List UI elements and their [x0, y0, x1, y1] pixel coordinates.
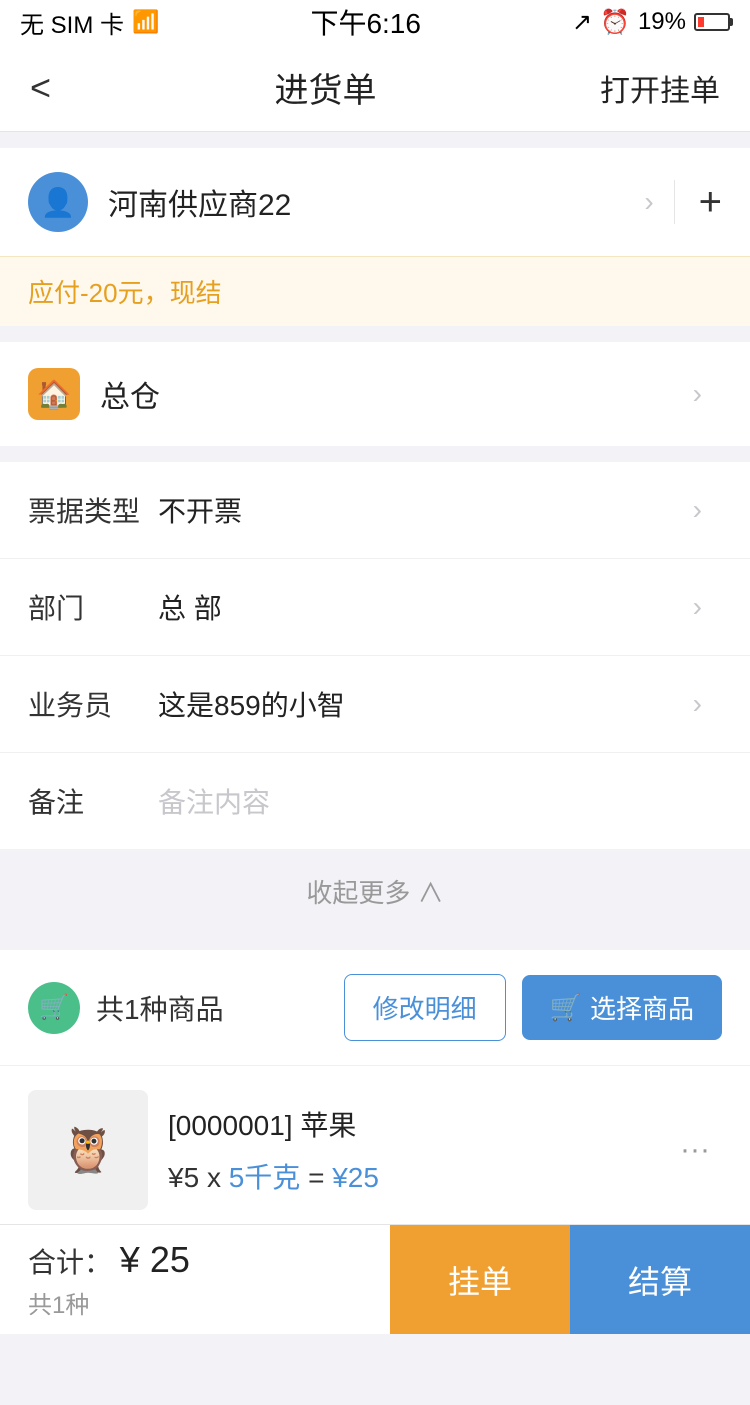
status-time: 下午6:16: [310, 2, 421, 42]
wifi-icon: 📶: [132, 9, 159, 35]
page-title: 进货单: [275, 63, 377, 112]
supplier-avatar: 👤: [28, 172, 88, 232]
hang-button[interactable]: 挂单: [390, 1225, 570, 1334]
gap-3: [0, 446, 750, 462]
settle-button[interactable]: 结算: [570, 1225, 750, 1334]
warehouse-name: 总仓: [100, 372, 693, 416]
supplier-name: 河南供应商22: [108, 180, 644, 224]
warehouse-section: 🏠 总仓 ›: [0, 342, 750, 446]
staff-label: 业务员: [28, 684, 158, 724]
invoice-row[interactable]: 票据类型 不开票 ›: [0, 462, 750, 559]
staff-row[interactable]: 业务员 这是859的小智 ›: [0, 656, 750, 753]
remark-input[interactable]: 备注内容: [158, 781, 722, 821]
product-title-text: 苹果: [300, 1110, 356, 1141]
location-icon: ↗: [572, 8, 592, 37]
select-goods-icon: 🛒: [550, 992, 582, 1023]
status-right: ↗ ⏰ 19%: [572, 8, 730, 37]
staff-chevron-icon: ›: [693, 688, 702, 720]
warehouse-chevron-icon: ›: [693, 378, 702, 410]
goods-header: 🛒 共1种商品 修改明细 🛒 选择商品: [0, 950, 750, 1066]
footer: 合计： ¥ 25 共1种 挂单 结算: [0, 1224, 750, 1334]
battery-icon: [694, 13, 730, 31]
edit-detail-button[interactable]: 修改明细: [344, 974, 506, 1041]
alarm-icon: ⏰: [600, 8, 630, 37]
dept-row[interactable]: 部门 总 部 ›: [0, 559, 750, 656]
total-amount: ¥ 25: [120, 1239, 190, 1280]
product-equals: =: [308, 1162, 332, 1193]
goods-icon: 🛒: [28, 982, 80, 1034]
nav-bar: < 进货单 打开挂单: [0, 44, 750, 132]
invoice-chevron-icon: ›: [693, 494, 702, 526]
status-left: 无 SIM 卡 📶: [20, 5, 159, 40]
invoice-value: 不开票: [158, 490, 693, 530]
total-row: 合计： ¥ 25: [28, 1239, 362, 1281]
gap-2: [0, 326, 750, 342]
product-name: [0000001] 苹果: [168, 1104, 668, 1144]
staff-value: 这是859的小智: [158, 684, 693, 724]
supplier-hint: 应付-20元，现结: [0, 256, 750, 326]
collapse-label: 收起更多 ∧: [306, 873, 443, 910]
product-quantity: 5千克: [229, 1162, 301, 1193]
total-sub: 共1种: [28, 1285, 362, 1320]
supplier-divider: [674, 180, 675, 224]
carrier-text: 无 SIM 卡: [20, 5, 124, 40]
remark-row[interactable]: 备注 备注内容: [0, 753, 750, 849]
product-more-button[interactable]: ···: [668, 1125, 722, 1175]
cart-icon: 🛒: [39, 993, 69, 1022]
product-image: 🦉: [28, 1090, 148, 1210]
status-bar: 无 SIM 卡 📶 下午6:16 ↗ ⏰ 19%: [0, 0, 750, 44]
battery-text: 19%: [638, 8, 686, 36]
product-unit-price: ¥5: [168, 1162, 199, 1193]
product-row: 🦉 [0000001] 苹果 ¥5 x 5千克 = ¥25 ···: [0, 1066, 750, 1235]
warehouse-row[interactable]: 🏠 总仓 ›: [0, 342, 750, 446]
remark-label: 备注: [28, 781, 158, 821]
collapse-row[interactable]: 收起更多 ∧: [0, 849, 750, 934]
dept-label: 部门: [28, 587, 158, 627]
form-section: 票据类型 不开票 › 部门 总 部 › 业务员 这是859的小智 › 备注 备注…: [0, 462, 750, 849]
select-goods-label: 选择商品: [590, 989, 694, 1026]
product-code: [0000001]: [168, 1110, 293, 1141]
select-goods-button[interactable]: 🛒 选择商品: [522, 975, 722, 1040]
invoice-label: 票据类型: [28, 490, 158, 530]
dept-value: 总 部: [158, 587, 693, 627]
gap-4: [0, 934, 750, 950]
goods-count: 共1种商品: [96, 988, 344, 1028]
dept-chevron-icon: ›: [693, 591, 702, 623]
product-placeholder-icon: 🦉: [61, 1124, 116, 1176]
product-info: [0000001] 苹果 ¥5 x 5千克 = ¥25: [168, 1104, 668, 1196]
product-price: ¥5 x 5千克 = ¥25: [168, 1156, 668, 1196]
avatar-icon: 👤: [41, 186, 76, 219]
footer-total: 合计： ¥ 25 共1种: [0, 1225, 390, 1334]
open-hang-button[interactable]: 打开挂单: [600, 66, 720, 110]
product-total: ¥25: [332, 1162, 379, 1193]
total-label: 合计：: [28, 1247, 112, 1278]
warehouse-icon: 🏠: [28, 368, 80, 420]
supplier-section: 👤 河南供应商22 › + 应付-20元，现结: [0, 148, 750, 326]
supplier-row[interactable]: 👤 河南供应商22 › +: [0, 148, 750, 256]
add-button[interactable]: +: [699, 180, 722, 225]
back-button[interactable]: <: [30, 67, 51, 109]
supplier-chevron-icon: ›: [644, 186, 653, 218]
gap-1: [0, 132, 750, 148]
product-multiply: x: [207, 1162, 229, 1193]
